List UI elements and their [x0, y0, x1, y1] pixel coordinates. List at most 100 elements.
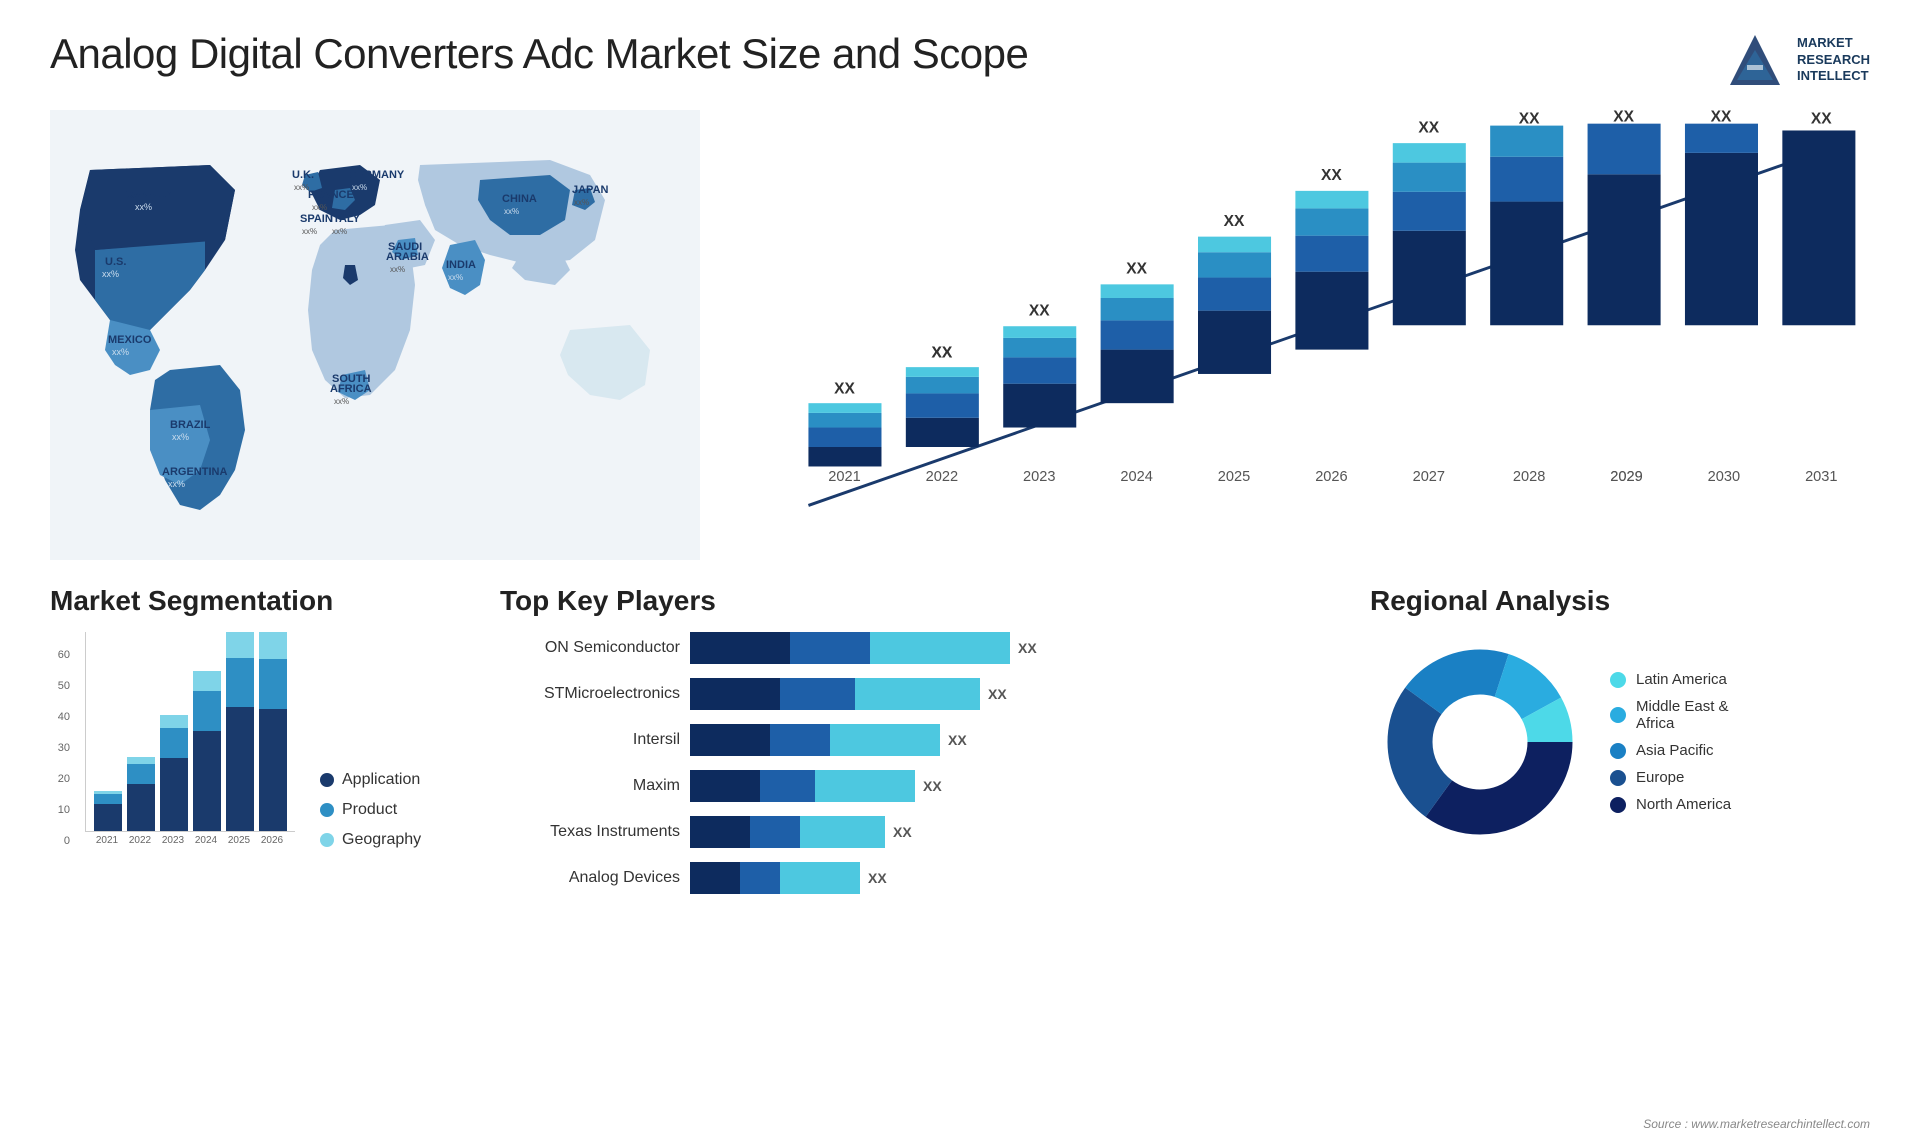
player-row-ti: Texas Instruments XX — [500, 816, 1340, 848]
svg-text:xx%: xx% — [312, 203, 327, 212]
svg-text:CHINA: CHINA — [502, 193, 537, 205]
seg-bar-2026 — [259, 632, 287, 831]
seg-legend-application: Application — [320, 771, 421, 789]
svg-text:XX: XX — [1711, 110, 1732, 126]
asia-pacific-dot — [1610, 743, 1626, 759]
logo-text: MARKET RESEARCH INTELLECT — [1797, 35, 1870, 86]
application-label: Application — [342, 771, 420, 789]
page-title: Analog Digital Converters Adc Market Siz… — [50, 30, 1028, 78]
product-label: Product — [342, 801, 397, 819]
seg-y-axis: 60 50 40 30 20 10 0 — [50, 649, 70, 849]
player-row-st: STMicroelectronics XX — [500, 678, 1340, 710]
svg-text:2024: 2024 — [1120, 469, 1152, 485]
europe-dot — [1610, 770, 1626, 786]
svg-text:AFRICA: AFRICA — [330, 383, 372, 395]
svg-text:ARABIA: ARABIA — [386, 251, 429, 263]
latin-america-dot — [1610, 672, 1626, 688]
svg-text:XX: XX — [1224, 213, 1245, 230]
key-players-section: Top Key Players ON Semiconductor XX — [500, 585, 1340, 865]
donut-area: Latin America Middle East &Africa Asia P… — [1370, 632, 1870, 852]
page-container: Analog Digital Converters Adc Market Siz… — [0, 0, 1920, 1146]
svg-text:xx%: xx% — [504, 207, 519, 216]
product-legend-dot — [320, 803, 334, 817]
svg-text:XX: XX — [931, 344, 952, 361]
svg-text:GERMANY: GERMANY — [348, 169, 405, 181]
player-bar-st: XX — [690, 678, 1340, 710]
svg-text:2030: 2030 — [1708, 469, 1740, 485]
svg-text:FRANCE: FRANCE — [308, 189, 354, 201]
player-name-maxim: Maxim — [500, 777, 680, 795]
legend-europe: Europe — [1610, 769, 1731, 786]
svg-text:INDIA: INDIA — [446, 259, 476, 271]
svg-text:XX: XX — [1321, 167, 1342, 184]
svg-text:xx%: xx% — [135, 202, 152, 212]
geography-label: Geography — [342, 831, 421, 849]
player-name-ti: Texas Instruments — [500, 823, 680, 841]
legend-mea: Middle East &Africa — [1610, 698, 1731, 732]
player-value-adi: XX — [868, 870, 887, 886]
asia-pacific-label: Asia Pacific — [1636, 742, 1714, 759]
svg-text:xx%: xx% — [448, 273, 463, 282]
seg-x-labels: 2021 2022 2023 2024 2025 2026 — [85, 832, 295, 849]
svg-text:2031: 2031 — [1805, 469, 1837, 485]
player-name-st: STMicroelectronics — [500, 685, 680, 703]
player-row-adi: Analog Devices XX — [500, 862, 1340, 894]
player-bar-intersil: XX — [690, 724, 1340, 756]
svg-text:xx%: xx% — [102, 269, 119, 279]
player-row-on-semi: ON Semiconductor XX — [500, 632, 1340, 664]
svg-text:U.S.: U.S. — [105, 256, 126, 268]
svg-text:ARGENTINA: ARGENTINA — [162, 466, 227, 478]
svg-text:xx%: xx% — [168, 479, 185, 489]
mea-label: Middle East &Africa — [1636, 698, 1729, 732]
legend-latin-america: Latin America — [1610, 671, 1731, 688]
bar-chart-section: XX 2021 XX 2022 XX 2023 — [730, 110, 1870, 570]
svg-text:2026: 2026 — [1315, 469, 1347, 485]
svg-text:2029: 2029 — [1610, 469, 1642, 485]
world-map-section: CANADA xx% U.S. xx% MEXICO xx% BRAZIL xx… — [50, 110, 700, 570]
main-bar-chart-svg: XX 2021 XX 2022 XX 2023 — [750, 110, 1870, 560]
seg-bar-2023 — [160, 632, 188, 831]
seg-legend: Application Product Geography — [310, 771, 421, 849]
legend-north-america: North America — [1610, 796, 1731, 813]
svg-text:XX: XX — [1811, 111, 1832, 128]
svg-text:XX: XX — [1029, 303, 1050, 320]
svg-text:2022: 2022 — [926, 469, 958, 485]
player-bar-adi: XX — [690, 862, 1340, 894]
regional-title: Regional Analysis — [1370, 585, 1870, 617]
svg-text:2028: 2028 — [1513, 469, 1545, 485]
player-name-intersil: Intersil — [500, 731, 680, 749]
north-america-label: North America — [1636, 796, 1731, 813]
player-name-adi: Analog Devices — [500, 869, 680, 887]
svg-text:JAPAN: JAPAN — [572, 184, 609, 196]
svg-text:2021: 2021 — [828, 469, 860, 485]
svg-text:xx%: xx% — [294, 183, 309, 192]
svg-text:2027: 2027 — [1413, 469, 1445, 485]
player-value-maxim: XX — [923, 778, 942, 794]
europe-label: Europe — [1636, 769, 1684, 786]
svg-text:BRAZIL: BRAZIL — [170, 419, 211, 431]
svg-text:2025: 2025 — [1218, 469, 1250, 485]
seg-bar-2021 — [94, 632, 122, 831]
legend-asia-pacific: Asia Pacific — [1610, 742, 1731, 759]
svg-text:xx%: xx% — [302, 227, 317, 236]
svg-text:xx%: xx% — [574, 198, 589, 207]
svg-text:XX: XX — [834, 380, 855, 397]
brand-logo-icon — [1725, 30, 1785, 90]
svg-text:xx%: xx% — [172, 432, 189, 442]
svg-text:CANADA: CANADA — [125, 189, 173, 201]
svg-text:SPAIN: SPAIN — [300, 213, 333, 225]
svg-text:MEXICO: MEXICO — [108, 334, 152, 346]
player-value-st: XX — [988, 686, 1007, 702]
logo-area: MARKET RESEARCH INTELLECT — [1725, 30, 1870, 90]
market-segmentation-section: Market Segmentation 60 50 40 30 20 10 0 — [50, 585, 470, 865]
svg-text:xx%: xx% — [112, 347, 129, 357]
player-bar-ti: XX — [690, 816, 1340, 848]
svg-text:xx%: xx% — [332, 227, 347, 236]
seg-legend-geography: Geography — [320, 831, 421, 849]
north-america-dot — [1610, 797, 1626, 813]
seg-bars-container — [85, 632, 295, 832]
svg-text:ITALY: ITALY — [330, 213, 361, 225]
player-value-intersil: XX — [948, 732, 967, 748]
svg-text:XX: XX — [1418, 119, 1439, 136]
mea-dot — [1610, 707, 1626, 723]
